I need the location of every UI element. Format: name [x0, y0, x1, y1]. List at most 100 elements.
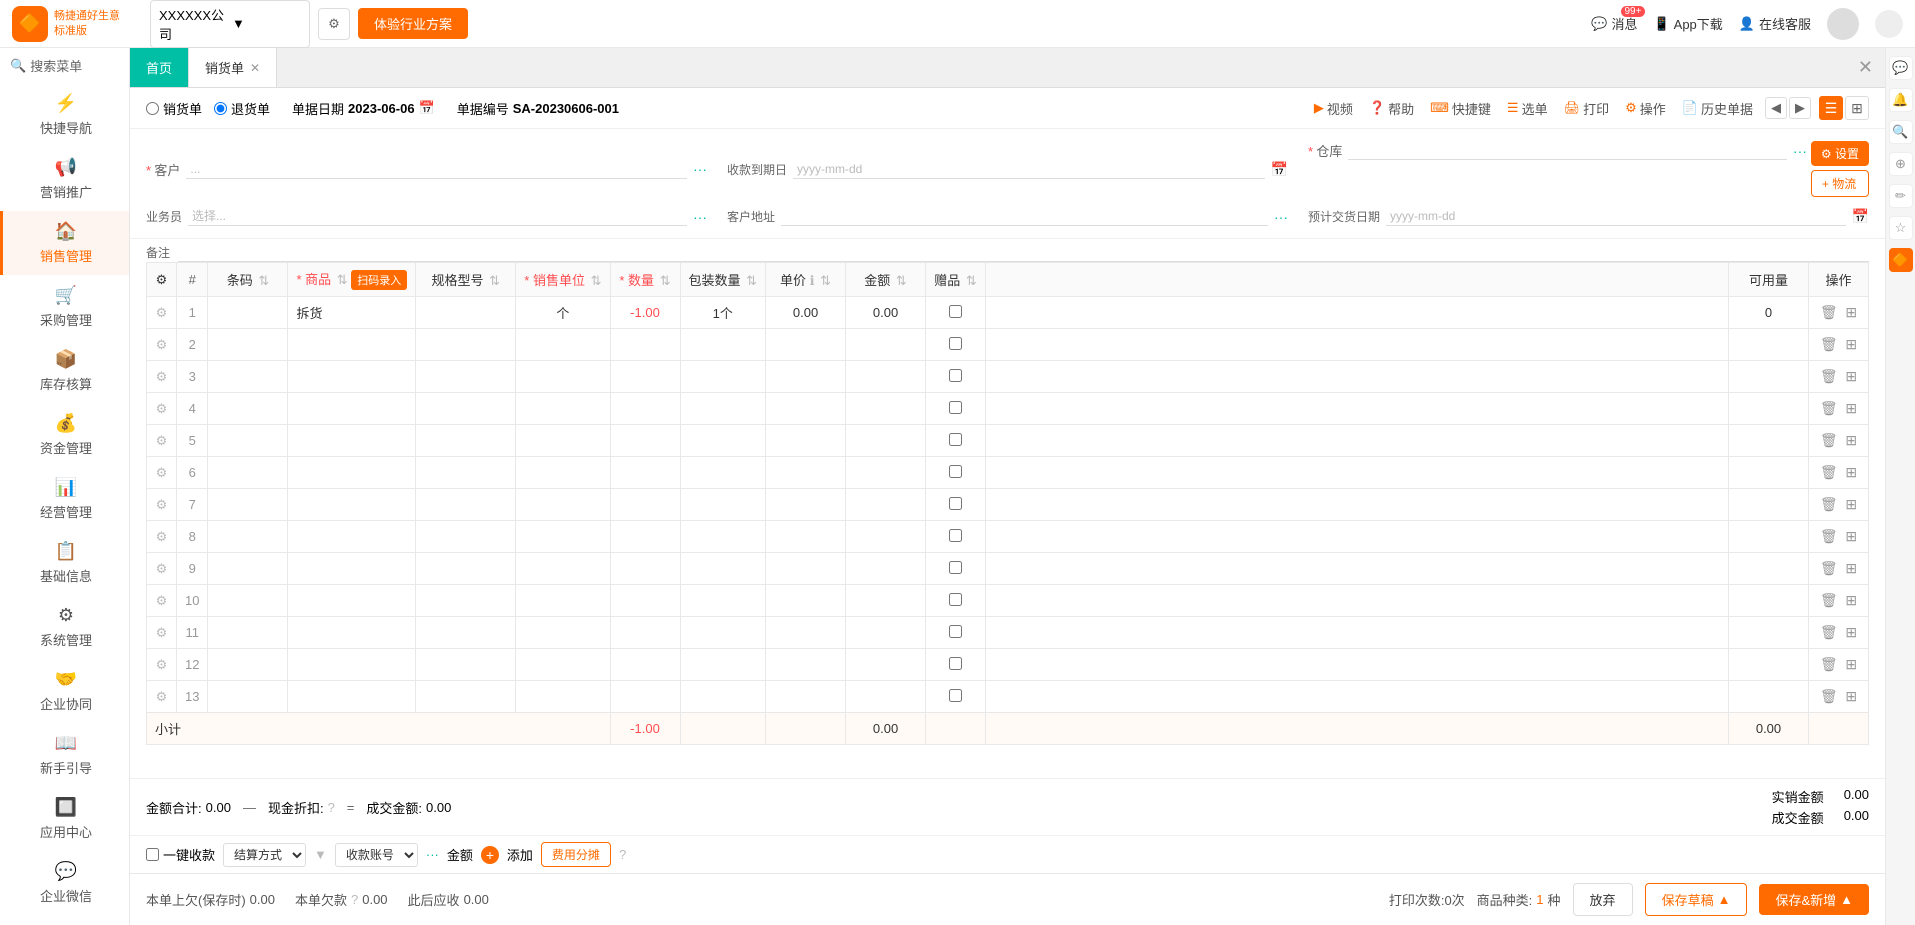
delete-row-btn[interactable]: 🗑: [1818, 688, 1840, 705]
sidebar-item-sales[interactable]: 🏠 销售管理: [0, 211, 129, 275]
th-spec[interactable]: 规格型号 ⇅: [416, 263, 516, 297]
row-goods[interactable]: [288, 553, 416, 585]
copy-row-btn[interactable]: ⊞: [1843, 400, 1859, 417]
sidebar-item-business[interactable]: 📊 经营管理: [0, 467, 129, 531]
row-spec[interactable]: [416, 457, 516, 489]
delivery-date-cal-icon[interactable]: 📅: [1852, 208, 1869, 225]
th-gift[interactable]: 赠品 ⇅: [926, 263, 986, 297]
salesperson-ellipsis-btn[interactable]: ···: [693, 209, 707, 225]
row-spec[interactable]: [416, 361, 516, 393]
row-ops[interactable]: 🗑 ⊞: [1809, 457, 1869, 489]
copy-row-btn[interactable]: ⊞: [1843, 656, 1859, 673]
row-settings[interactable]: ⚙: [147, 329, 177, 361]
delete-row-btn[interactable]: 🗑: [1818, 400, 1840, 417]
row-unit[interactable]: [516, 585, 610, 617]
payment-account-select[interactable]: 收款账号: [335, 843, 418, 867]
sidebar-item-vip[interactable]: ♦ 畅会员: [0, 915, 129, 925]
row-price[interactable]: [766, 329, 846, 361]
notes-input[interactable]: [178, 243, 1869, 262]
row-unit[interactable]: [516, 393, 610, 425]
copy-row-btn[interactable]: ⊞: [1843, 464, 1859, 481]
row-barcode[interactable]: [208, 393, 288, 425]
row-pkg[interactable]: [680, 425, 766, 457]
row-unit[interactable]: 个: [516, 297, 610, 329]
row-qty[interactable]: [610, 553, 680, 585]
discard-button[interactable]: 放弃: [1573, 883, 1633, 916]
row-barcode[interactable]: [208, 297, 288, 329]
video-btn[interactable]: ▶ 视频: [1310, 97, 1357, 120]
due-date-cal-icon[interactable]: 📅: [1271, 161, 1288, 178]
sidebar-item-system[interactable]: ⚙ 系统管理: [0, 595, 129, 659]
settings-button[interactable]: ⚙ 设置: [1811, 141, 1869, 166]
row-ops[interactable]: 🗑 ⊞: [1809, 425, 1869, 457]
row-qty[interactable]: [610, 361, 680, 393]
th-goods[interactable]: * 商品 ⇅ 扫码录入: [288, 263, 416, 297]
row-spec[interactable]: [416, 617, 516, 649]
discount-help-icon[interactable]: ?: [328, 800, 335, 815]
row-ops[interactable]: 🗑 ⊞: [1809, 361, 1869, 393]
row-spec[interactable]: [416, 297, 516, 329]
row-gift[interactable]: [926, 617, 986, 649]
radio-return[interactable]: 退货单: [214, 99, 270, 118]
row-qty[interactable]: [610, 457, 680, 489]
row-barcode[interactable]: [208, 361, 288, 393]
row-settings[interactable]: ⚙: [147, 585, 177, 617]
copy-row-btn[interactable]: ⊞: [1843, 528, 1859, 545]
th-price[interactable]: 单价 ℹ ⇅: [766, 263, 846, 297]
help-btn[interactable]: ❓ 帮助: [1365, 97, 1418, 120]
copy-row-btn[interactable]: ⊞: [1843, 368, 1859, 385]
th-qty[interactable]: * 数量 ⇅: [610, 263, 680, 297]
print-btn[interactable]: 🖨 打印: [1560, 97, 1614, 120]
row-qty[interactable]: [610, 521, 680, 553]
sidebar-item-marketing[interactable]: 📢 营销推广: [0, 147, 129, 211]
row-gift[interactable]: [926, 361, 986, 393]
row-gift[interactable]: [926, 457, 986, 489]
row-settings[interactable]: ⚙: [147, 553, 177, 585]
th-unit[interactable]: * 销售单位 ⇅: [516, 263, 610, 297]
row-amount[interactable]: [846, 521, 926, 553]
row-amount[interactable]: 0.00: [846, 297, 926, 329]
copy-row-btn[interactable]: ⊞: [1843, 496, 1859, 513]
row-pkg[interactable]: [680, 553, 766, 585]
row-goods[interactable]: [288, 425, 416, 457]
user-avatar[interactable]: [1827, 8, 1859, 40]
payment-method-select[interactable]: 结算方式: [223, 843, 306, 867]
total-due-help[interactable]: ?: [351, 892, 358, 907]
row-gift[interactable]: [926, 329, 986, 361]
one-click-payment-check[interactable]: 一键收款: [146, 845, 215, 864]
delete-row-btn[interactable]: 🗑: [1818, 592, 1840, 609]
row-barcode[interactable]: [208, 329, 288, 361]
delete-row-btn[interactable]: 🗑: [1818, 656, 1840, 673]
row-spec[interactable]: [416, 489, 516, 521]
sidebar-item-quick-nav[interactable]: ⚡ 快捷导航: [0, 83, 129, 147]
row-barcode[interactable]: [208, 681, 288, 713]
sidebar-item-inventory[interactable]: 📦 库存核算: [0, 339, 129, 403]
row-barcode[interactable]: [208, 553, 288, 585]
delete-row-btn[interactable]: 🗑: [1818, 528, 1840, 545]
row-barcode[interactable]: [208, 457, 288, 489]
payment-account-ellipsis[interactable]: ···: [426, 847, 439, 862]
row-barcode[interactable]: [208, 649, 288, 681]
right-panel-chat[interactable]: 💬: [1889, 56, 1913, 80]
copy-row-btn[interactable]: ⊞: [1843, 592, 1859, 609]
sidebar-item-finance[interactable]: 💰 资金管理: [0, 403, 129, 467]
tab-sales-order[interactable]: 销货单 ✕: [189, 48, 277, 87]
row-qty[interactable]: -1.00: [610, 297, 680, 329]
select-btn[interactable]: ☰ 选单: [1503, 97, 1552, 120]
one-click-payment-checkbox[interactable]: [146, 848, 159, 861]
row-qty[interactable]: [610, 329, 680, 361]
row-price[interactable]: [766, 553, 846, 585]
delete-row-btn[interactable]: 🗑: [1818, 304, 1840, 321]
warehouse-input[interactable]: 建材仓: [1348, 141, 1786, 160]
row-goods[interactable]: [288, 521, 416, 553]
row-settings[interactable]: ⚙: [147, 297, 177, 329]
th-pkg[interactable]: 包装数量 ⇅: [680, 263, 766, 297]
row-amount[interactable]: [846, 361, 926, 393]
radio-sales[interactable]: 销货单: [146, 99, 202, 118]
ops-btn[interactable]: ⚙ 操作: [1621, 97, 1670, 120]
row-spec[interactable]: [416, 425, 516, 457]
tab-close-icon[interactable]: ✕: [250, 61, 260, 75]
row-qty[interactable]: [610, 489, 680, 521]
copy-row-btn[interactable]: ⊞: [1843, 304, 1859, 321]
payment-help-icon[interactable]: ?: [619, 847, 626, 862]
